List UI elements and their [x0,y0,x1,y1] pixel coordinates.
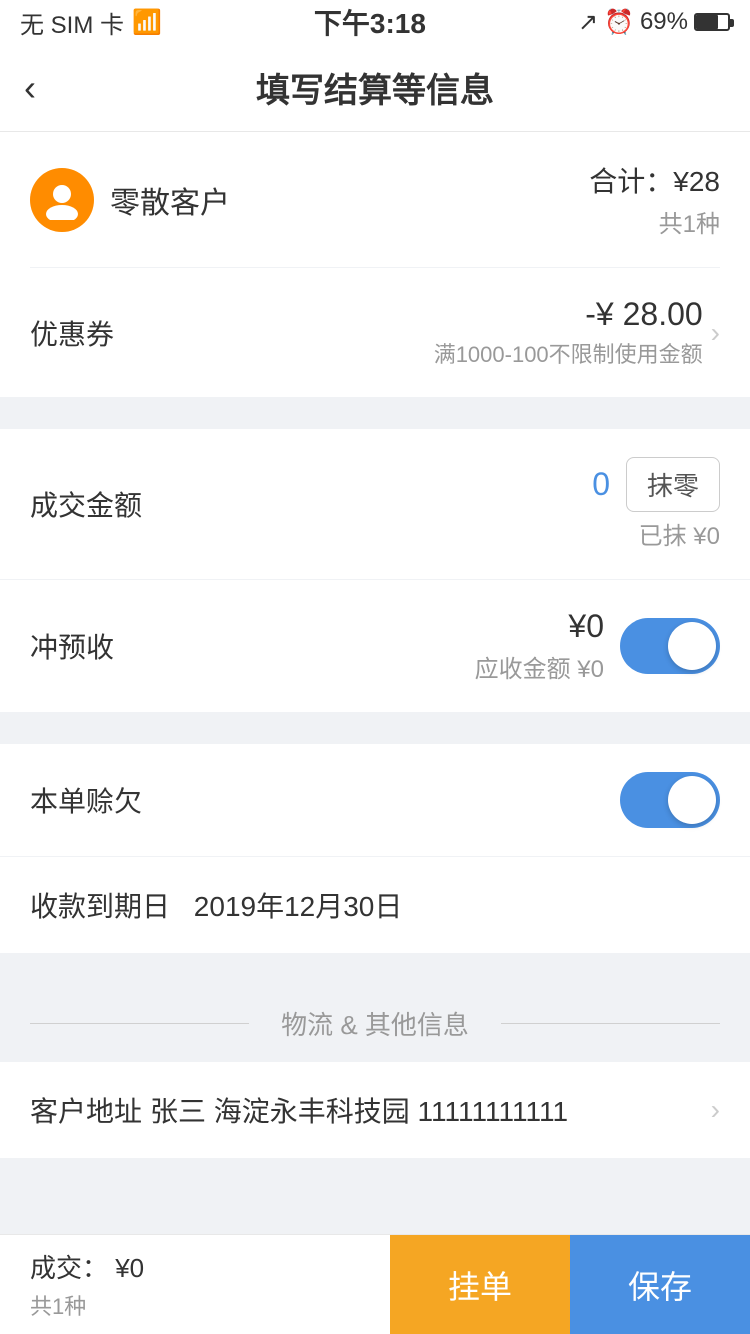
section-gap-1 [0,413,750,429]
line-right [501,1023,720,1024]
customer-row: 零散客户 合计：¥28 共1种 [0,132,750,267]
status-bar: 无 SIM 卡 📶 下午3:18 ↗ ⏰ 69% [0,0,750,44]
address-card: 客户地址 张三 海淀永丰科技园 11111111111 › [0,1062,750,1159]
hang-button[interactable]: 挂单 [390,1235,570,1334]
prepayment-receivable: 应收金额 ¥0 [475,649,604,684]
prepayment-toggle[interactable] [620,618,720,674]
address-value: 张三 海淀永丰科技园 11111111111 [150,1090,703,1130]
page-title: 填写结算等信息 [256,63,494,112]
due-date-label: 收款到期日 [30,891,170,922]
debt-toggle[interactable] [620,772,720,828]
status-time: 下午3:18 [314,2,426,42]
line-left [30,1023,249,1024]
nav-bar: ‹ 填写结算等信息 [0,44,750,132]
customer-left: 零散客户 [30,168,230,232]
rounded-text: 已抹 ¥0 [570,516,720,551]
transaction-amount-row: 成交金额 0 抹零 已抹 ¥0 [0,429,750,580]
section-gap-2 [0,728,750,744]
coupon-amount: -¥ 28.00 [434,296,703,333]
avatar-person-icon [42,180,82,220]
bottom-summary-top: 成交： ¥0 [30,1248,360,1285]
logistics-label: 物流 & 其他信息 [265,1005,485,1042]
prepayment-amount: ¥0 [475,608,604,645]
coupon-desc: 满1000-100不限制使用金额 [434,337,703,369]
toggle-knob [668,622,716,670]
status-left: 无 SIM 卡 📶 [20,5,162,40]
transaction-amount-label: 成交金额 [30,484,142,524]
coupon-right: -¥ 28.00 满1000-100不限制使用金额 › [434,296,720,369]
prepayment-amounts: ¥0 应收金额 ¥0 [475,608,604,684]
alarm-icon: ⏰ [604,8,634,37]
location-icon: ↗ [578,8,598,37]
bottom-summary-bottom: 共1种 [30,1289,360,1321]
chevron-right-icon: › [711,317,720,349]
due-date-row: 收款到期日 2019年12月30日 [0,857,750,953]
debt-label: 本单赊欠 [30,780,142,820]
total-amount: 合计：¥28 [589,160,720,200]
logistics-header: 物流 & 其他信息 [0,985,750,1062]
avatar [30,168,94,232]
customer-summary: 合计：¥28 共1种 [589,160,720,239]
section-gap-3 [0,969,750,985]
bottom-bar: 成交： ¥0 共1种 挂单 保存 [0,1234,750,1334]
address-chevron-icon: › [711,1094,720,1126]
battery-icon [694,13,730,31]
address-label: 客户地址 [30,1090,150,1130]
transaction-amount-right: 0 抹零 [570,457,720,512]
wifi-icon: 📶 [132,8,162,37]
back-button[interactable]: ‹ [24,67,36,109]
debt-row: 本单赊欠 [0,744,750,857]
carrier-text: 无 SIM 卡 [20,5,124,40]
address-row[interactable]: 客户地址 张三 海淀永丰科技园 11111111111 › [0,1062,750,1159]
coupon-row[interactable]: 优惠券 -¥ 28.00 满1000-100不限制使用金额 › [0,268,750,397]
total-count: 共1种 [589,204,720,239]
battery-percent: 69% [640,8,688,36]
debt-card: 本单赊欠 收款到期日 2019年12月30日 [0,744,750,953]
customer-card: 零散客户 合计：¥28 共1种 优惠券 -¥ 28.00 满1000-100不限… [0,132,750,397]
status-right: ↗ ⏰ 69% [578,8,730,37]
transaction-amount-value[interactable]: 0 [570,466,610,503]
round-zero-button[interactable]: 抹零 [626,457,720,512]
debt-toggle-knob [668,776,716,824]
coupon-value-block: -¥ 28.00 满1000-100不限制使用金额 [434,296,703,369]
customer-name: 零散客户 [110,178,230,222]
transaction-card: 成交金额 0 抹零 已抹 ¥0 冲预收 ¥0 应收金额 ¥0 [0,429,750,712]
bottom-summary: 成交： ¥0 共1种 [0,1235,390,1334]
prepayment-label: 冲预收 [30,626,114,666]
save-button[interactable]: 保存 [570,1235,750,1334]
prepayment-right: ¥0 应收金额 ¥0 [475,608,720,684]
prepayment-row: 冲预收 ¥0 应收金额 ¥0 [0,580,750,712]
coupon-label: 优惠券 [30,313,114,353]
due-date-value: 2019年12月30日 [194,891,403,922]
